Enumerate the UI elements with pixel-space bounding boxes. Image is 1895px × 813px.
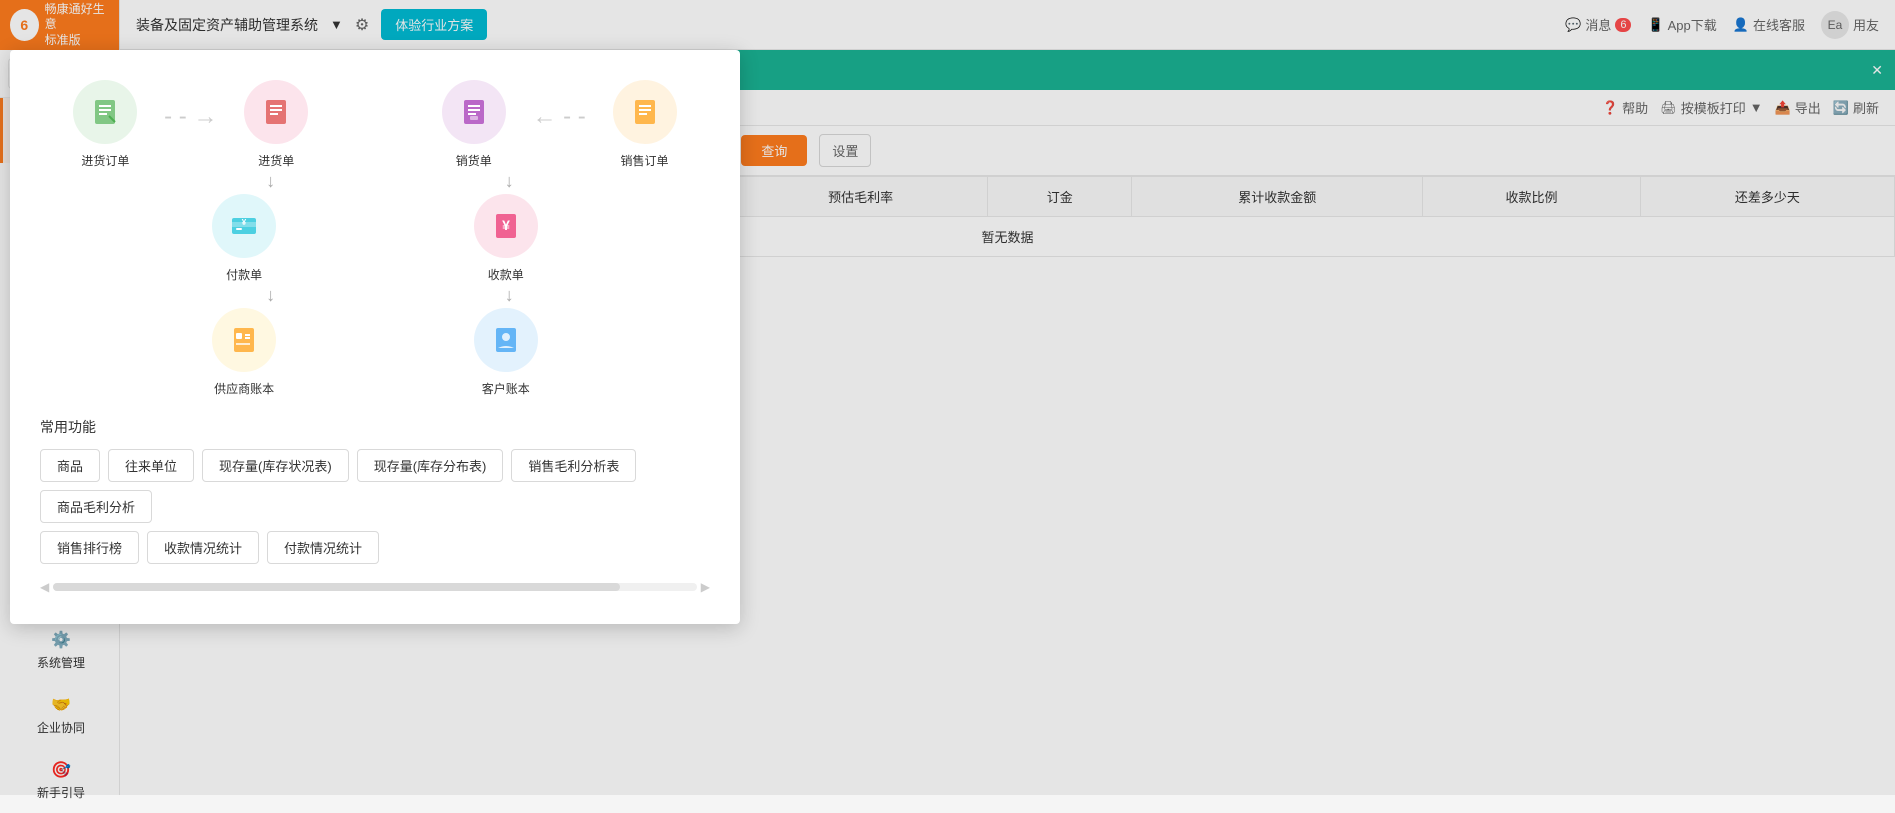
func-btn-8[interactable]: 付款情况统计 <box>267 531 379 564</box>
func-btn-5[interactable]: 商品毛利分析 <box>120 490 152 523</box>
func-btns-row2: 销售排行榜收款情况统计付款情况统计 <box>120 531 710 564</box>
customer-ledger-label: 客户账本 <box>482 380 530 397</box>
flow-diagram: 进货订单 - - → 进货单 销货单 <box>120 80 710 397</box>
sales-bill-label: 销货单 <box>456 152 492 169</box>
customer-ledger-icon <box>474 308 538 372</box>
arrow-2: ← - - <box>532 103 585 131</box>
flow-node-sales-order[interactable]: 销售订单 <box>613 80 677 169</box>
receipt-label: 收款单 <box>488 266 524 283</box>
flow-node-receipt[interactable]: ¥ 收款单 <box>474 194 538 283</box>
purchase-bill-label: 进货单 <box>258 152 294 169</box>
modal-overlay: 进货订单 - - → 进货单 销货单 <box>120 0 1895 795</box>
main-area: 装备及固定资产辅助管理系统 ▼ ⚙ 体验行业方案 💬 消息 6 📱 App下载 … <box>120 0 1895 795</box>
scrollbar-track[interactable] <box>120 583 697 591</box>
sales-bill-icon <box>442 80 506 144</box>
flow-arrows-down-2: ↓ ↓ <box>120 283 710 308</box>
supplier-ledger-icon <box>212 308 276 372</box>
flow-row-3: 供应商账本 客户账本 <box>120 308 710 397</box>
modal-scrollbar-area: ◀ ▶ <box>120 580 710 594</box>
svg-text:¥: ¥ <box>502 217 510 233</box>
common-funcs-title: 常用功能 <box>120 417 710 437</box>
flow-row-2: ¥ 付款单 ¥ 收款单 <box>120 194 710 283</box>
sales-order-icon <box>613 80 677 144</box>
flow-node-supplier-ledger[interactable]: 供应商账本 <box>212 308 276 397</box>
purchase-order-label: 进货订单 <box>120 152 129 169</box>
payment-label: 付款单 <box>226 266 262 283</box>
func-btn-7[interactable]: 收款情况统计 <box>147 531 259 564</box>
func-btn-4[interactable]: 销售毛利分析表 <box>511 449 636 482</box>
scrollbar-thumb <box>120 583 620 591</box>
svg-text:¥: ¥ <box>242 218 247 227</box>
flow-node-customer-ledger[interactable]: 客户账本 <box>474 308 538 397</box>
flow-node-purchase-order[interactable]: 进货订单 <box>120 80 137 169</box>
down-arrow-payment: ↓ <box>266 285 275 306</box>
supplier-ledger-label: 供应商账本 <box>214 380 274 397</box>
modal: 进货订单 - - → 进货单 销货单 <box>120 50 740 624</box>
common-functions: 常用功能 商品往来单位现存量(库存状况表)现存量(库存分布表)销售毛利分析表商品… <box>120 417 710 564</box>
flow-arrows-down-1: ↓ ↓ <box>120 169 710 194</box>
payment-icon: ¥ <box>212 194 276 258</box>
func-btn-3[interactable]: 现存量(库存分布表) <box>357 449 504 482</box>
func-btns-row1: 商品往来单位现存量(库存状况表)现存量(库存分布表)销售毛利分析表商品毛利分析 <box>120 449 710 523</box>
down-arrow-receipt: ↓ <box>505 285 514 306</box>
scroll-right-icon[interactable]: ▶ <box>701 580 710 594</box>
func-btn-2[interactable]: 现存量(库存状况表) <box>202 449 349 482</box>
func-btn-1[interactable]: 往来单位 <box>120 449 194 482</box>
down-arrow-sales: ↓ <box>505 171 514 192</box>
flow-row-1: 进货订单 - - → 进货单 销货单 <box>120 80 710 169</box>
sales-order-label: 销售订单 <box>621 152 669 169</box>
purchase-bill-icon <box>244 80 308 144</box>
flow-node-sales-bill[interactable]: 销货单 <box>442 80 506 169</box>
func-btn-6[interactable]: 销售排行榜 <box>120 531 139 564</box>
flow-node-payment[interactable]: ¥ 付款单 <box>212 194 276 283</box>
down-arrow-purchase: ↓ <box>266 171 275 192</box>
purchase-order-icon <box>120 80 137 144</box>
receipt-icon: ¥ <box>474 194 538 258</box>
arrow-1: - - → <box>164 103 217 131</box>
flow-node-purchase-bill[interactable]: 进货单 <box>244 80 308 169</box>
